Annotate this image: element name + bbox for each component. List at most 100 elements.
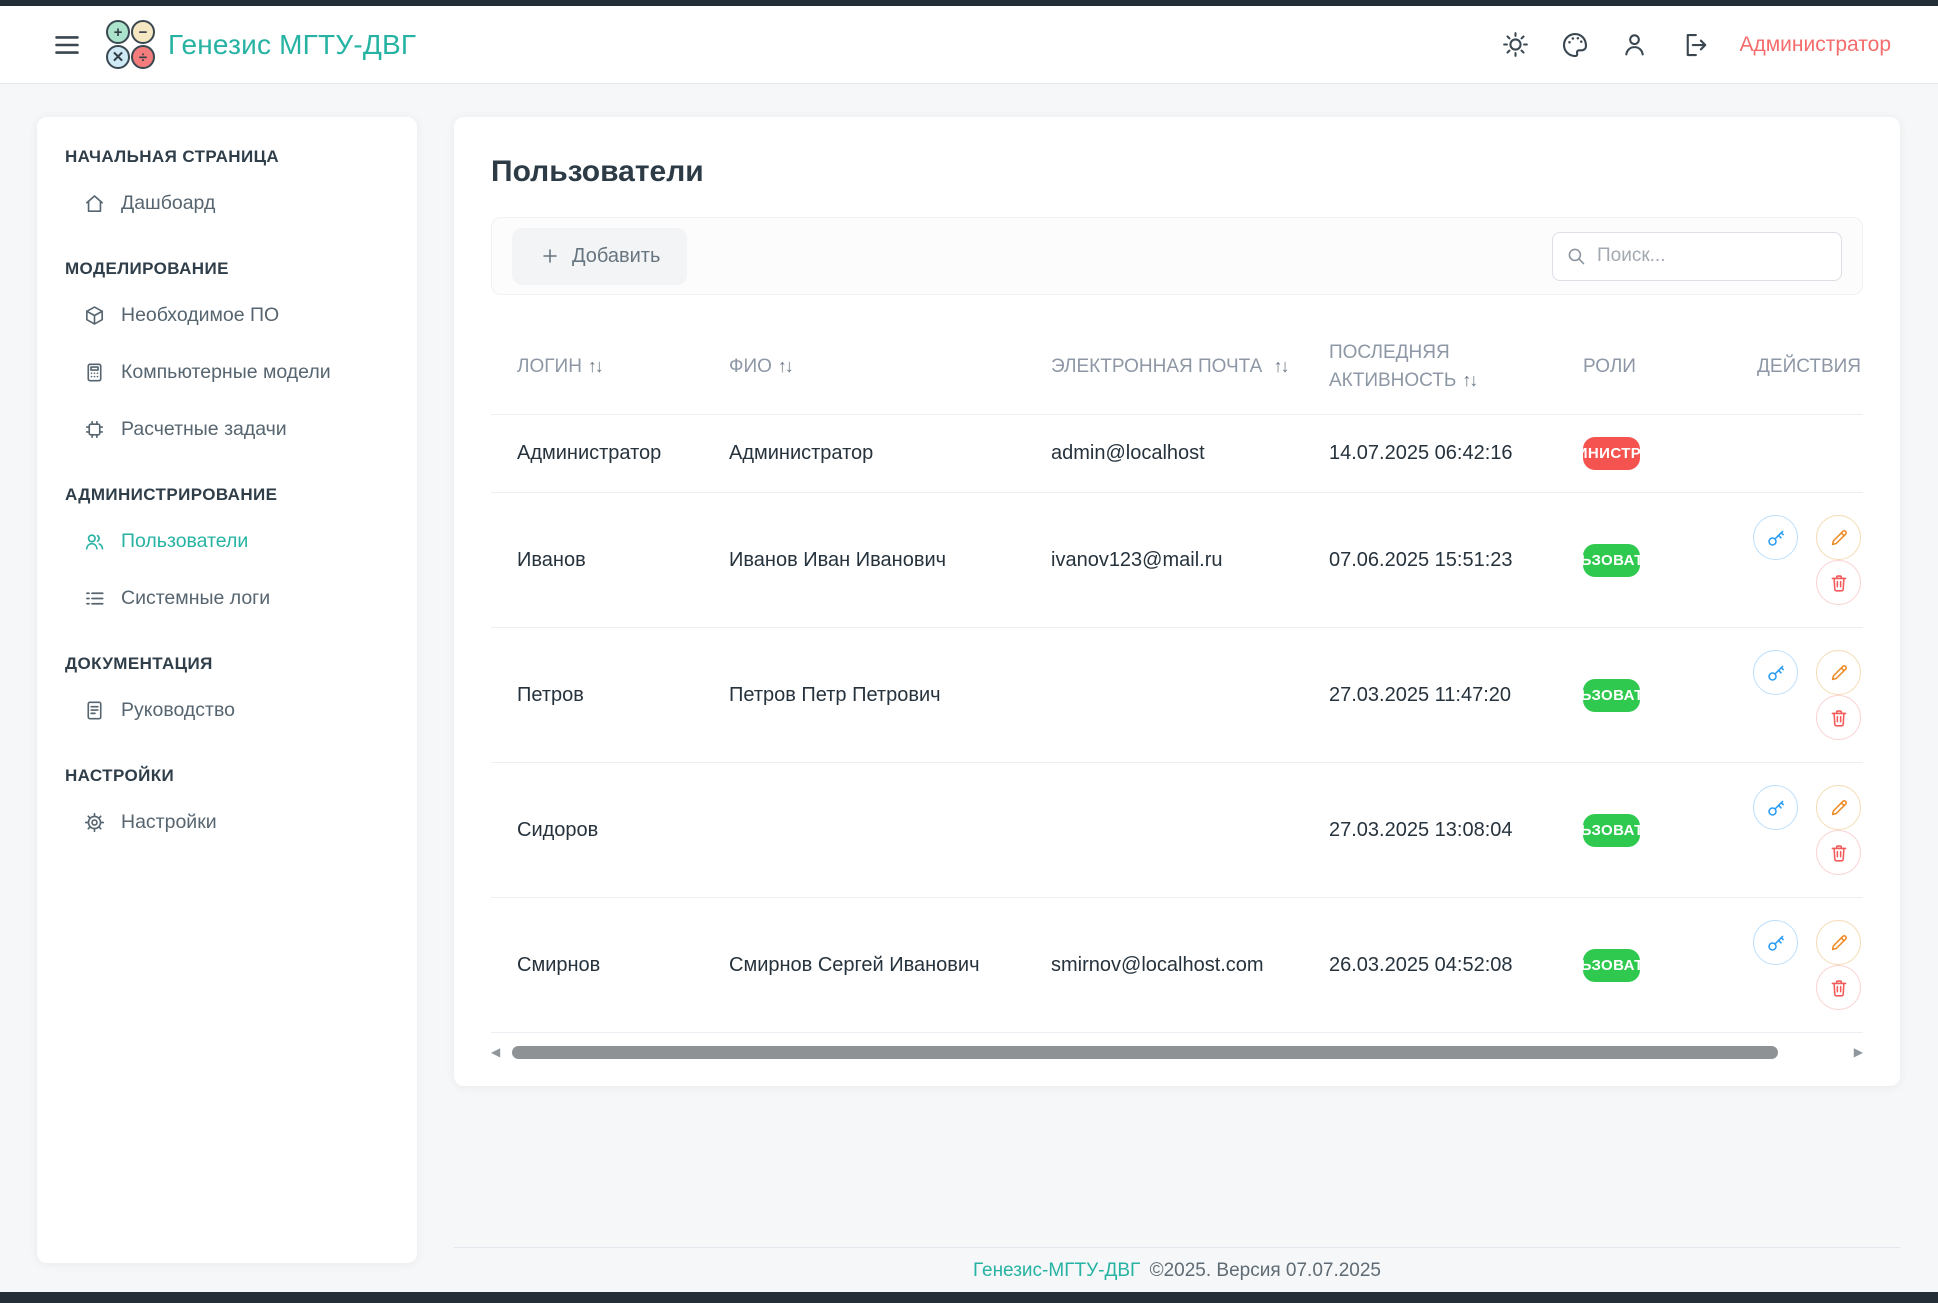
cell-last-activity: 27.03.2025 13:08:04	[1303, 762, 1557, 899]
sidebar-section-home: НАЧАЛЬНАЯ СТРАНИЦА	[65, 147, 280, 166]
cell-fio	[703, 762, 1025, 899]
cell-actions	[1689, 762, 1863, 899]
role-badge: ПОЛЬЗОВАТЕЛЬ	[1583, 678, 1640, 712]
horizontal-scrollbar: ◀ ▶	[491, 1044, 1863, 1060]
logo-times-tile: ✕	[106, 45, 130, 69]
role-badge: ПОЛЬЗОВАТЕЛЬ	[1583, 948, 1640, 982]
theme-sun-icon[interactable]	[1501, 30, 1530, 59]
app-title: Генезис МГТУ-ДВГ	[168, 28, 417, 60]
cell-last-activity: 07.06.2025 15:51:23	[1303, 492, 1557, 629]
password-key-button[interactable]	[1753, 920, 1799, 966]
sidebar-item-dashboard[interactable]: Дашбоард	[55, 175, 399, 232]
sidebar-item-computer-models[interactable]: Компьютерные модели	[55, 344, 399, 401]
sidebar-item-users[interactable]: Пользователи	[55, 513, 399, 570]
search-box	[1552, 231, 1842, 281]
cell-login: Петров	[491, 627, 703, 764]
box-icon	[83, 304, 106, 327]
delete-user-button[interactable]	[1816, 830, 1861, 876]
role-badge: ПОЛЬЗОВАТЕЛЬ	[1583, 543, 1640, 577]
bottom-dark-bar	[0, 1292, 1938, 1303]
cell-login: Администратор	[491, 414, 703, 494]
cell-actions	[1689, 897, 1863, 1034]
app-logo: + − ✕ ÷	[106, 20, 155, 69]
table-row: Смирнов Смирнов Сергей Иванович smirnov@…	[491, 897, 1863, 1034]
cell-actions	[1689, 492, 1863, 629]
pencil-icon	[1831, 529, 1847, 545]
pencil-icon	[1831, 799, 1847, 815]
password-key-button[interactable]	[1753, 650, 1799, 696]
cell-last-activity: 27.03.2025 11:47:20	[1303, 627, 1557, 764]
column-header-actions: ДЕЙСТВИЯ	[1689, 319, 1863, 416]
cell-roles: ПОЛЬЗОВАТЕЛЬ	[1557, 897, 1689, 1034]
edit-user-button[interactable]	[1816, 920, 1861, 966]
main-column: Пользователи Добавить Поиск... ЛОГИН ↑↓ …	[454, 117, 1900, 1292]
current-user-label[interactable]: Администратор	[1739, 33, 1891, 57]
delete-user-button[interactable]	[1816, 965, 1861, 1011]
password-key-button[interactable]	[1753, 515, 1799, 561]
page-footer: Генезис-МГТУ-ДВГ ©2025. Версия 07.07.202…	[454, 1247, 1900, 1292]
password-key-button[interactable]	[1753, 785, 1799, 831]
sidebar-item-system-logs[interactable]: Системные логи	[55, 570, 399, 627]
logo-divide-tile: ÷	[131, 45, 155, 69]
cell-email	[1025, 762, 1303, 899]
column-header-fio[interactable]: ФИО ↑↓	[703, 319, 1025, 416]
key-icon	[1768, 935, 1784, 951]
cpu-icon	[83, 418, 106, 441]
scrollbar-track[interactable]	[507, 1045, 1847, 1059]
edit-user-button[interactable]	[1816, 515, 1861, 561]
pencil-icon	[1831, 664, 1847, 680]
delete-user-button[interactable]	[1816, 695, 1861, 741]
table-row: Петров Петров Петр Петрович 27.03.2025 1…	[491, 627, 1863, 764]
sort-arrows-icon: ↑↓	[587, 355, 604, 376]
hamburger-menu-icon[interactable]	[50, 31, 84, 59]
table-row: Администратор Администратор admin@localh…	[491, 414, 1863, 494]
cell-roles: ПОЛЬЗОВАТЕЛЬ	[1557, 492, 1689, 629]
sidebar-section-settings: НАСТРОЙКИ	[65, 766, 175, 785]
profile-icon[interactable]	[1620, 30, 1649, 59]
sidebar-item-label: Компьютерные модели	[121, 361, 331, 383]
plus-icon	[543, 249, 557, 263]
cell-email	[1025, 627, 1303, 764]
table-row: Сидоров 27.03.2025 13:08:04 ПОЛЬЗОВАТЕЛЬ	[491, 762, 1863, 899]
list-icon	[83, 587, 106, 610]
logo-plus-tile: +	[106, 20, 130, 44]
add-user-button[interactable]: Добавить	[512, 227, 688, 285]
delete-user-button[interactable]	[1816, 560, 1861, 606]
cell-fio: Смирнов Сергей Иванович	[703, 897, 1025, 1034]
column-header-roles: РОЛИ	[1557, 319, 1689, 416]
cell-actions	[1689, 627, 1863, 764]
logout-icon[interactable]	[1679, 30, 1709, 60]
scrollbar-thumb[interactable]	[512, 1045, 1779, 1059]
sidebar-item-label: Необходимое ПО	[121, 304, 280, 326]
scroll-right-arrow-icon[interactable]: ▶	[1854, 1046, 1863, 1058]
key-icon	[1768, 665, 1784, 681]
sidebar-item-calc-tasks[interactable]: Расчетные задачи	[55, 401, 399, 458]
edit-user-button[interactable]	[1816, 785, 1861, 831]
cell-last-activity: 14.07.2025 06:42:16	[1303, 414, 1557, 494]
trash-icon	[1831, 574, 1846, 592]
sidebar-item-settings[interactable]: Настройки	[55, 794, 399, 851]
sort-arrows-icon: ↑↓	[1462, 369, 1478, 390]
search-input[interactable]	[1552, 231, 1842, 281]
pencil-icon	[1831, 934, 1847, 950]
table-toolbar: Добавить	[491, 217, 1863, 295]
add-user-button-label: Добавить	[572, 244, 661, 267]
scroll-left-arrow-icon[interactable]: ◀	[491, 1046, 500, 1058]
key-icon	[1768, 800, 1784, 816]
content-area: НАЧАЛЬНАЯ СТРАНИЦА Дашбоард МОДЕЛИРОВАНИ…	[0, 84, 1938, 1292]
role-badge: АДМИНИСТРАТОР	[1583, 437, 1640, 471]
palette-icon[interactable]	[1560, 30, 1590, 60]
sidebar-item-software[interactable]: Необходимое ПО	[55, 287, 399, 344]
column-header-last-activity[interactable]: ПОСЛЕДНЯЯ АКТИВНОСТЬ ↑↓	[1303, 319, 1557, 416]
sort-arrows-icon: ↑↓	[777, 355, 794, 376]
trash-icon	[1831, 844, 1846, 862]
column-header-login[interactable]: ЛОГИН ↑↓	[491, 319, 703, 416]
column-header-email[interactable]: ЭЛЕКТРОННАЯ ПОЧТА ↑↓	[1025, 319, 1303, 416]
footer-brand-link[interactable]: Генезис-МГТУ-ДВГ	[973, 1260, 1140, 1281]
cell-email: admin@localhost	[1025, 414, 1303, 494]
sidebar-item-label: Настройки	[121, 811, 217, 833]
edit-user-button[interactable]	[1816, 650, 1861, 696]
sidebar-item-manual[interactable]: Руководство	[55, 682, 399, 739]
cell-roles: ПОЛЬЗОВАТЕЛЬ	[1557, 762, 1689, 899]
sidebar-section-administration: АДМИНИСТРИРОВАНИЕ	[65, 485, 278, 504]
